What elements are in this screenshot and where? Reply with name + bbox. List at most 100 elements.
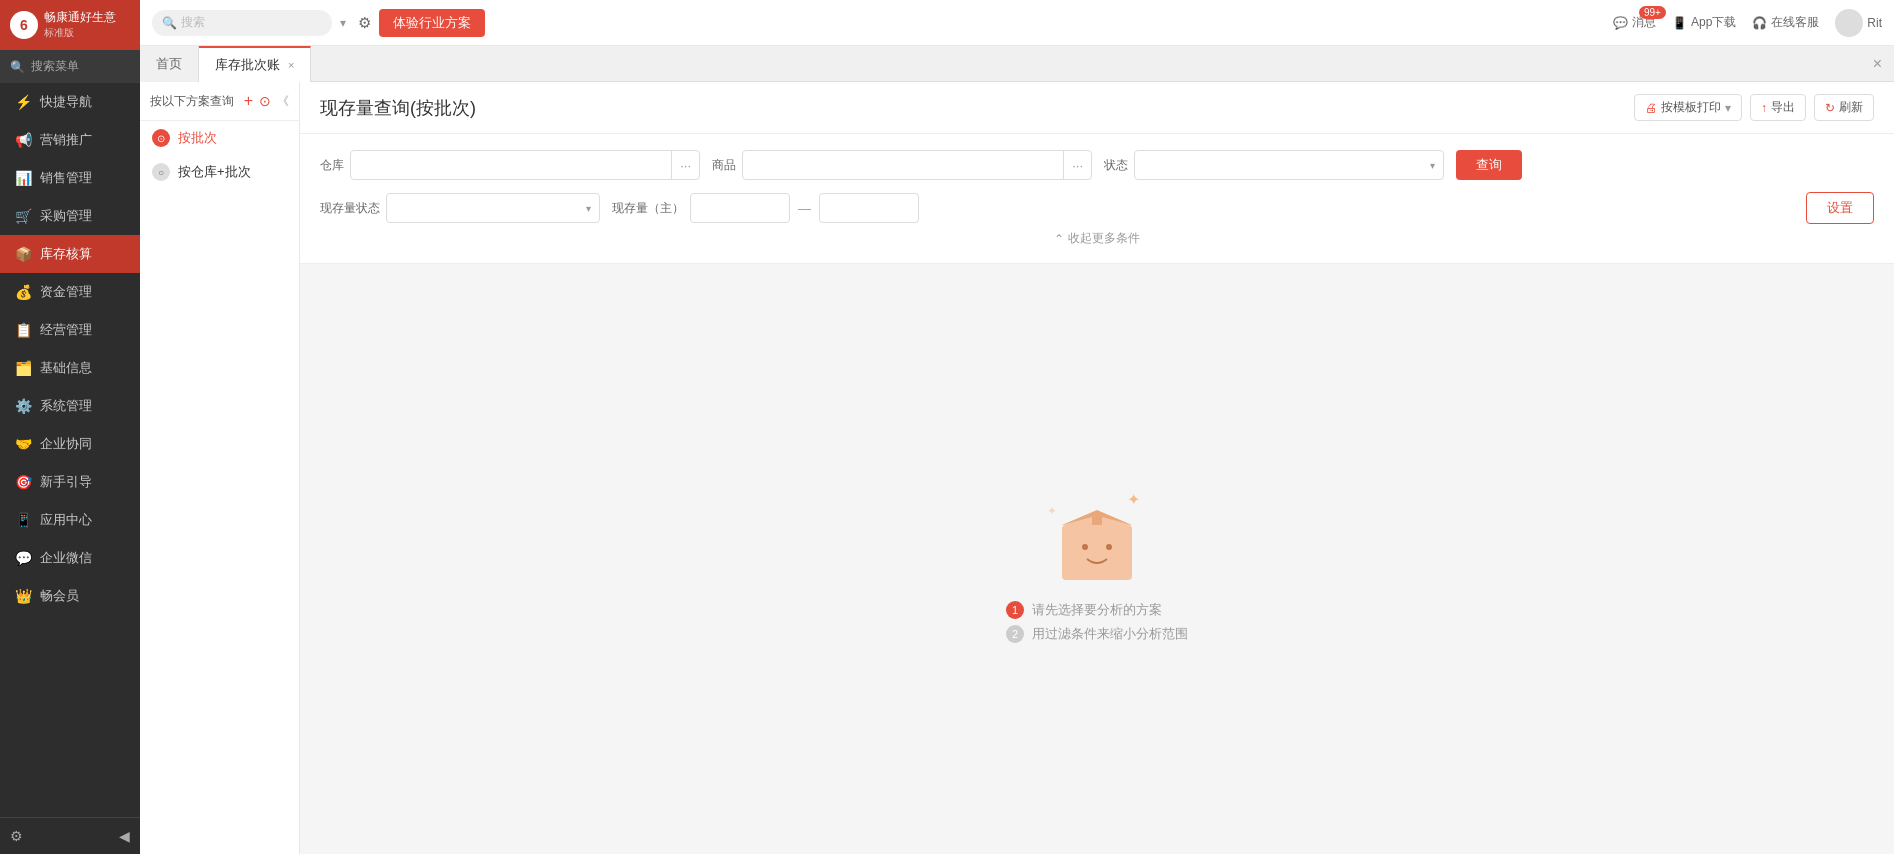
left-filter-panel: 按以下方案查询 + ⊙ 《 ⊙ 按批次 ○ 按仓库+批次 — [140, 82, 300, 854]
sidebar-item-purchase[interactable]: 🛒 采购管理 — [0, 197, 140, 235]
stock-status-label: 现存量状态 — [320, 200, 380, 217]
warehouse-input-wrapper[interactable]: ··· — [350, 150, 700, 180]
scheme-icon-batch: ⊙ — [152, 129, 170, 147]
tabbar-close-button[interactable]: × — [1861, 55, 1894, 73]
sidebar-item-member[interactable]: 👑 畅会员 — [0, 577, 140, 615]
scheme-label-batch: 按批次 — [178, 129, 217, 147]
sidebar-item-operations[interactable]: 📋 经营管理 — [0, 311, 140, 349]
scheme-item-warehouse-batch[interactable]: ○ 按仓库+批次 — [140, 155, 299, 189]
topbar-search-icon: 🔍 — [162, 16, 177, 30]
stock-amount-max-input[interactable] — [819, 193, 919, 223]
filter-stock-status: 现存量状态 ▾ — [320, 193, 600, 223]
collapse-arrow-icon: ⌃ — [1054, 232, 1064, 246]
right-content: 现存量查询(按批次) 🖨 按模板打印 ▾ ↑ 导出 ↻ 刷新 — [300, 82, 1894, 854]
operations-icon: 📋 — [14, 321, 32, 339]
sidebar-item-label: 基础信息 — [40, 359, 92, 377]
print-label: 按模板打印 — [1661, 99, 1721, 116]
username-label: Rit — [1867, 16, 1882, 30]
topbar-actions: 💬 消息 99+ 📱 App下载 🎧 在线客服 Rit — [1613, 9, 1882, 37]
left-panel-header: 按以下方案查询 + ⊙ 《 — [140, 82, 299, 121]
filter-stock-amount: 现存量（主） — — [612, 193, 932, 223]
stock-amount-min-input[interactable] — [690, 193, 790, 223]
system-icon: ⚙️ — [14, 397, 32, 415]
footer-settings-icon[interactable]: ⚙ — [10, 828, 23, 844]
hint-2-text: 用过滤条件来缩小分析范围 — [1032, 625, 1188, 643]
sidebar-item-label: 企业协同 — [40, 435, 92, 453]
sidebar-item-label: 畅会员 — [40, 587, 79, 605]
member-icon: 👑 — [14, 587, 32, 605]
stock-status-select[interactable]: ▾ — [386, 193, 600, 223]
sidebar-item-basics[interactable]: 🗂️ 基础信息 — [0, 349, 140, 387]
sidebar-item-label: 快捷导航 — [40, 93, 92, 111]
empty-illustration: ✦ ✦ — [1037, 475, 1157, 585]
app-download-icon: 📱 — [1672, 16, 1687, 30]
page-header: 现存量查询(按批次) 🖨 按模板打印 ▾ ↑ 导出 ↻ 刷新 — [300, 82, 1894, 134]
topbar-chevron-icon[interactable]: ▾ — [340, 16, 346, 30]
refresh-button[interactable]: ↻ 刷新 — [1814, 94, 1874, 121]
sidebar-item-label: 资金管理 — [40, 283, 92, 301]
query-button[interactable]: 查询 — [1456, 150, 1522, 180]
tab-inventory-batch[interactable]: 库存批次账 × — [199, 46, 311, 82]
sidebar-item-appstore[interactable]: 📱 应用中心 — [0, 501, 140, 539]
print-icon: 🖨 — [1645, 101, 1657, 115]
sidebar: 6 畅康通好生意 标准版 🔍 搜索菜单 ⚡ 快捷导航 📢 营销推广 📊 销售管理… — [0, 0, 140, 854]
content-area: 按以下方案查询 + ⊙ 《 ⊙ 按批次 ○ 按仓库+批次 — [140, 82, 1894, 854]
collapse-label: 收起更多条件 — [1068, 230, 1140, 247]
export-button[interactable]: ↑ 导出 — [1750, 94, 1806, 121]
sidebar-item-shortcut[interactable]: ⚡ 快捷导航 — [0, 83, 140, 121]
print-chevron: ▾ — [1725, 101, 1731, 115]
sidebar-item-finance[interactable]: 💰 资金管理 — [0, 273, 140, 311]
sidebar-search[interactable]: 🔍 搜索菜单 — [0, 50, 140, 83]
sidebar-item-label: 采购管理 — [40, 207, 92, 225]
shortcut-icon: ⚡ — [14, 93, 32, 111]
scheme-collapse-icon[interactable]: 《 — [277, 93, 289, 110]
sidebar-item-label: 应用中心 — [40, 511, 92, 529]
panel-header-title: 按以下方案查询 — [150, 93, 234, 110]
add-scheme-icon[interactable]: + — [244, 92, 253, 110]
status-select[interactable]: ▾ — [1134, 150, 1444, 180]
settings-button[interactable]: 设置 — [1806, 192, 1874, 224]
app-download-button[interactable]: 📱 App下载 — [1672, 14, 1736, 31]
user-menu[interactable]: Rit — [1835, 9, 1882, 37]
goods-input-wrapper[interactable]: ··· — [742, 150, 1092, 180]
sidebar-header: 6 畅康通好生意 标准版 — [0, 0, 140, 50]
enterprise-icon: 🤝 — [14, 435, 32, 453]
topbar-search-box[interactable]: 🔍 搜索 — [152, 10, 332, 36]
sidebar-item-wechat[interactable]: 💬 企业微信 — [0, 539, 140, 577]
export-label: 导出 — [1771, 99, 1795, 116]
scheme-settings-icon[interactable]: ⊙ — [259, 93, 271, 109]
status-chevron-icon: ▾ — [1430, 160, 1435, 171]
sidebar-item-marketing[interactable]: 📢 营销推广 — [0, 121, 140, 159]
messages-button[interactable]: 💬 消息 99+ — [1613, 14, 1656, 31]
filter-warehouse: 仓库 ··· — [320, 150, 700, 180]
print-button[interactable]: 🖨 按模板打印 ▾ — [1634, 94, 1742, 121]
collapse-more-button[interactable]: ⌃ 收起更多条件 — [320, 224, 1874, 253]
page-title: 现存量查询(按批次) — [320, 96, 476, 120]
goods-dots-icon[interactable]: ··· — [1063, 151, 1091, 179]
experience-button[interactable]: 体验行业方案 — [379, 9, 485, 37]
headset-icon: 🎧 — [1752, 16, 1767, 30]
goods-input[interactable] — [743, 158, 1063, 172]
sidebar-item-newcomer[interactable]: 🎯 新手引导 — [0, 463, 140, 501]
tab-home[interactable]: 首页 — [140, 46, 199, 82]
warehouse-input[interactable] — [351, 158, 671, 172]
messages-badge: 99+ — [1639, 6, 1666, 19]
search-label: 搜索菜单 — [31, 58, 79, 75]
tab-close-icon[interactable]: × — [288, 59, 294, 71]
tabbar: 首页 库存批次账 × × — [140, 46, 1894, 82]
customer-service-button[interactable]: 🎧 在线客服 — [1752, 14, 1819, 31]
sidebar-footer: ⚙ ◀ — [0, 817, 140, 854]
warehouse-dots-icon[interactable]: ··· — [671, 151, 699, 179]
sidebar-item-label: 系统管理 — [40, 397, 92, 415]
sidebar-item-system[interactable]: ⚙️ 系统管理 — [0, 387, 140, 425]
sidebar-item-inventory[interactable]: 📦 库存核算 — [0, 235, 140, 273]
footer-collapse-icon[interactable]: ◀ — [119, 828, 130, 844]
sidebar-item-sales[interactable]: 📊 销售管理 — [0, 159, 140, 197]
basics-icon: 🗂️ — [14, 359, 32, 377]
sidebar-item-enterprise[interactable]: 🤝 企业协同 — [0, 425, 140, 463]
scheme-item-batch[interactable]: ⊙ 按批次 — [140, 121, 299, 155]
empty-state: ✦ ✦ 1 请先选择要分析的方案 2 用过滤条件来缩小分析范围 — [300, 264, 1894, 854]
sidebar-item-label: 销售管理 — [40, 169, 92, 187]
topbar-settings-icon[interactable]: ⚙ — [358, 14, 371, 32]
refresh-label: 刷新 — [1839, 99, 1863, 116]
